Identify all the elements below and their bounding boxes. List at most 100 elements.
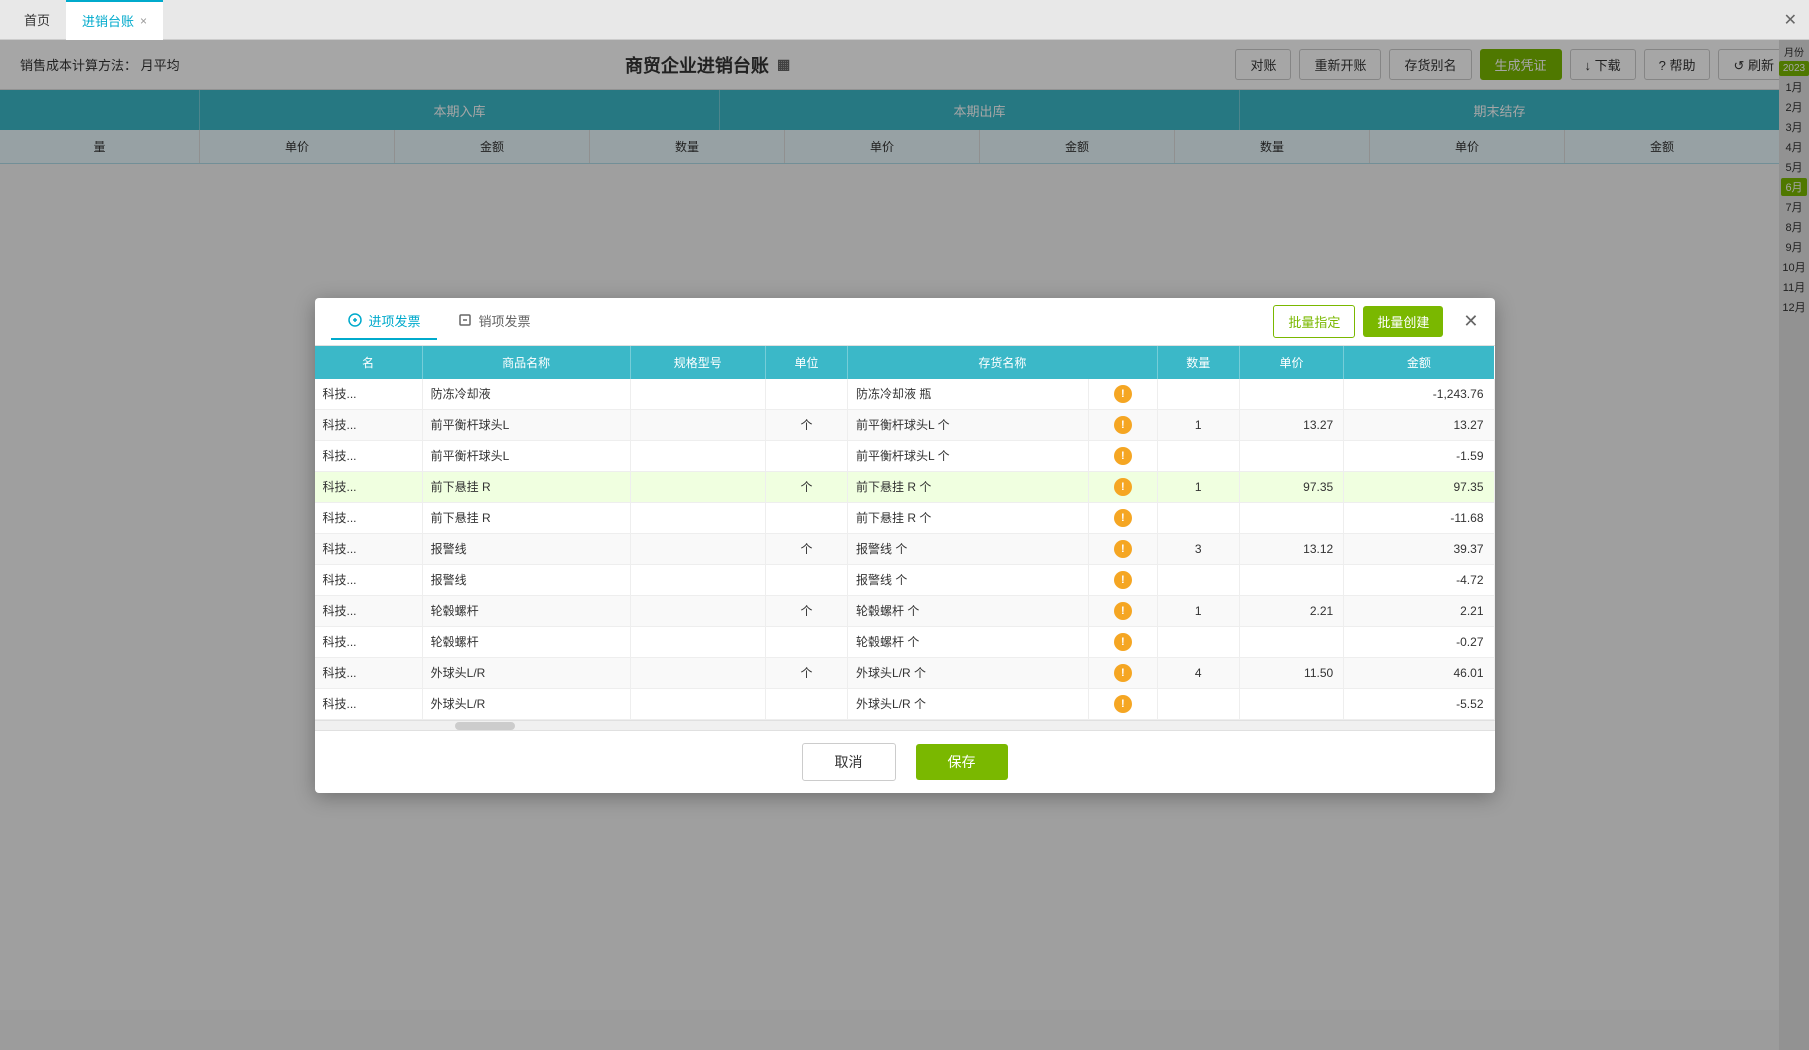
cell-product: 轮毂螺杆 bbox=[422, 595, 630, 626]
cell-unit bbox=[765, 502, 847, 533]
cell-name: 科技... bbox=[315, 533, 423, 564]
invoice-in-icon bbox=[347, 312, 363, 328]
table-row[interactable]: 科技... 轮毂螺杆 轮毂螺杆 个 ! -0.27 bbox=[315, 626, 1495, 657]
table-row[interactable]: 科技... 前下悬挂 R 个 前下悬挂 R 个 ! 1 97.35 97.35 bbox=[315, 471, 1495, 502]
warning-icon: ! bbox=[1114, 385, 1132, 403]
tab-output-invoice[interactable]: 销项发票 bbox=[441, 303, 547, 340]
cell-product: 轮毂螺杆 bbox=[422, 626, 630, 657]
cell-price bbox=[1239, 379, 1343, 410]
cell-warning: ! bbox=[1088, 440, 1157, 471]
scrollbar-thumb[interactable] bbox=[455, 722, 515, 730]
cell-unit: 个 bbox=[765, 595, 847, 626]
cell-qty: 1 bbox=[1157, 595, 1239, 626]
col-header-name: 名 bbox=[315, 346, 423, 379]
cell-unit bbox=[765, 564, 847, 595]
cell-unit: 个 bbox=[765, 533, 847, 564]
cell-spec bbox=[630, 471, 765, 502]
modal-header-actions: 批量指定 批量创建 ✕ bbox=[1273, 305, 1478, 338]
cell-product: 前平衡杆球头L bbox=[422, 440, 630, 471]
cell-price bbox=[1239, 440, 1343, 471]
cell-unit bbox=[765, 379, 847, 410]
batch-assign-button[interactable]: 批量指定 bbox=[1273, 305, 1355, 338]
cell-spec bbox=[630, 595, 765, 626]
save-button[interactable]: 保存 bbox=[916, 744, 1008, 780]
cell-product: 防冻冷却液 bbox=[422, 379, 630, 410]
cell-amount: -11.68 bbox=[1344, 502, 1494, 533]
cell-amount: -1.59 bbox=[1344, 440, 1494, 471]
col-header-spec: 规格型号 bbox=[630, 346, 765, 379]
cell-amount: -1,243.76 bbox=[1344, 379, 1494, 410]
cell-spec bbox=[630, 379, 765, 410]
warning-icon: ! bbox=[1114, 633, 1132, 651]
col-header-price: 单价 bbox=[1239, 346, 1343, 379]
tab-ledger[interactable]: 进销台账 × bbox=[66, 0, 163, 40]
col-header-product: 商品名称 bbox=[422, 346, 630, 379]
tab-close-icon[interactable]: × bbox=[140, 14, 147, 28]
table-row[interactable]: 科技... 前平衡杆球头L 前平衡杆球头L 个 ! -1.59 bbox=[315, 440, 1495, 471]
modal-table: 名 商品名称 规格型号 单位 存货名称 数量 单价 金额 科技... 防冻冷却液 bbox=[315, 346, 1495, 720]
cell-name: 科技... bbox=[315, 564, 423, 595]
modal-scrollbar[interactable] bbox=[315, 720, 1495, 730]
cell-price: 97.35 bbox=[1239, 471, 1343, 502]
table-row[interactable]: 科技... 报警线 报警线 个 ! -4.72 bbox=[315, 564, 1495, 595]
cell-amount: 39.37 bbox=[1344, 533, 1494, 564]
cell-amount: 2.21 bbox=[1344, 595, 1494, 626]
cell-stockname: 报警线 个 bbox=[848, 533, 1089, 564]
modal-close-icon[interactable]: ✕ bbox=[1463, 311, 1478, 332]
warning-icon: ! bbox=[1114, 602, 1132, 620]
cell-product: 前平衡杆球头L bbox=[422, 409, 630, 440]
cancel-button[interactable]: 取消 bbox=[802, 743, 896, 781]
table-row[interactable]: 科技... 轮毂螺杆 个 轮毂螺杆 个 ! 1 2.21 2.21 bbox=[315, 595, 1495, 626]
cell-qty bbox=[1157, 379, 1239, 410]
cell-unit: 个 bbox=[765, 471, 847, 502]
cell-product: 报警线 bbox=[422, 564, 630, 595]
table-row[interactable]: 科技... 外球头L/R 个 外球头L/R 个 ! 4 11.50 46.01 bbox=[315, 657, 1495, 688]
cell-warning: ! bbox=[1088, 626, 1157, 657]
cell-qty bbox=[1157, 564, 1239, 595]
cell-qty bbox=[1157, 502, 1239, 533]
cell-spec bbox=[630, 564, 765, 595]
table-row[interactable]: 科技... 前下悬挂 R 前下悬挂 R 个 ! -11.68 bbox=[315, 502, 1495, 533]
batch-create-button[interactable]: 批量创建 bbox=[1363, 306, 1443, 337]
col-header-amount: 金额 bbox=[1344, 346, 1494, 379]
tab-input-invoice[interactable]: 进项发票 bbox=[331, 303, 437, 340]
cell-product: 外球头L/R bbox=[422, 657, 630, 688]
main-page: 销售成本计算方法： 月平均 商贸企业进销台账 ▦ 对账 重新开账 存货别名 生成… bbox=[0, 40, 1809, 1050]
cell-name: 科技... bbox=[315, 657, 423, 688]
modal-header: 进项发票 销项发票 批量指定 批量创建 ✕ bbox=[315, 298, 1495, 346]
cell-amount: 97.35 bbox=[1344, 471, 1494, 502]
cell-product: 报警线 bbox=[422, 533, 630, 564]
cell-qty: 1 bbox=[1157, 409, 1239, 440]
cell-stockname: 前下悬挂 R 个 bbox=[848, 471, 1089, 502]
table-row[interactable]: 科技... 外球头L/R 外球头L/R 个 ! -5.52 bbox=[315, 688, 1495, 719]
cell-name: 科技... bbox=[315, 379, 423, 410]
table-row[interactable]: 科技... 防冻冷却液 防冻冷却液 瓶 ! -1,243.76 bbox=[315, 379, 1495, 410]
cell-price: 11.50 bbox=[1239, 657, 1343, 688]
cell-unit: 个 bbox=[765, 657, 847, 688]
table-row[interactable]: 科技... 报警线 个 报警线 个 ! 3 13.12 39.37 bbox=[315, 533, 1495, 564]
window-close-icon[interactable]: ✕ bbox=[1784, 10, 1797, 30]
warning-icon: ! bbox=[1114, 571, 1132, 589]
modal-dialog: 进项发票 销项发票 批量指定 批量创建 ✕ bbox=[315, 298, 1495, 793]
cell-name: 科技... bbox=[315, 626, 423, 657]
cell-qty bbox=[1157, 688, 1239, 719]
cell-price bbox=[1239, 688, 1343, 719]
cell-price: 2.21 bbox=[1239, 595, 1343, 626]
cell-amount: -4.72 bbox=[1344, 564, 1494, 595]
warning-icon: ! bbox=[1114, 695, 1132, 713]
col-header-unit: 单位 bbox=[765, 346, 847, 379]
table-row[interactable]: 科技... 前平衡杆球头L 个 前平衡杆球头L 个 ! 1 13.27 13.2… bbox=[315, 409, 1495, 440]
cell-spec bbox=[630, 688, 765, 719]
cell-warning: ! bbox=[1088, 502, 1157, 533]
cell-spec bbox=[630, 440, 765, 471]
cell-price bbox=[1239, 502, 1343, 533]
cell-stockname: 防冻冷却液 瓶 bbox=[848, 379, 1089, 410]
cell-warning: ! bbox=[1088, 533, 1157, 564]
cell-price bbox=[1239, 626, 1343, 657]
cell-stockname: 前下悬挂 R 个 bbox=[848, 502, 1089, 533]
cell-name: 科技... bbox=[315, 440, 423, 471]
cell-unit bbox=[765, 626, 847, 657]
cell-price: 13.27 bbox=[1239, 409, 1343, 440]
modal-tabs: 进项发票 销项发票 bbox=[331, 303, 547, 340]
tab-home[interactable]: 首页 bbox=[8, 0, 66, 40]
